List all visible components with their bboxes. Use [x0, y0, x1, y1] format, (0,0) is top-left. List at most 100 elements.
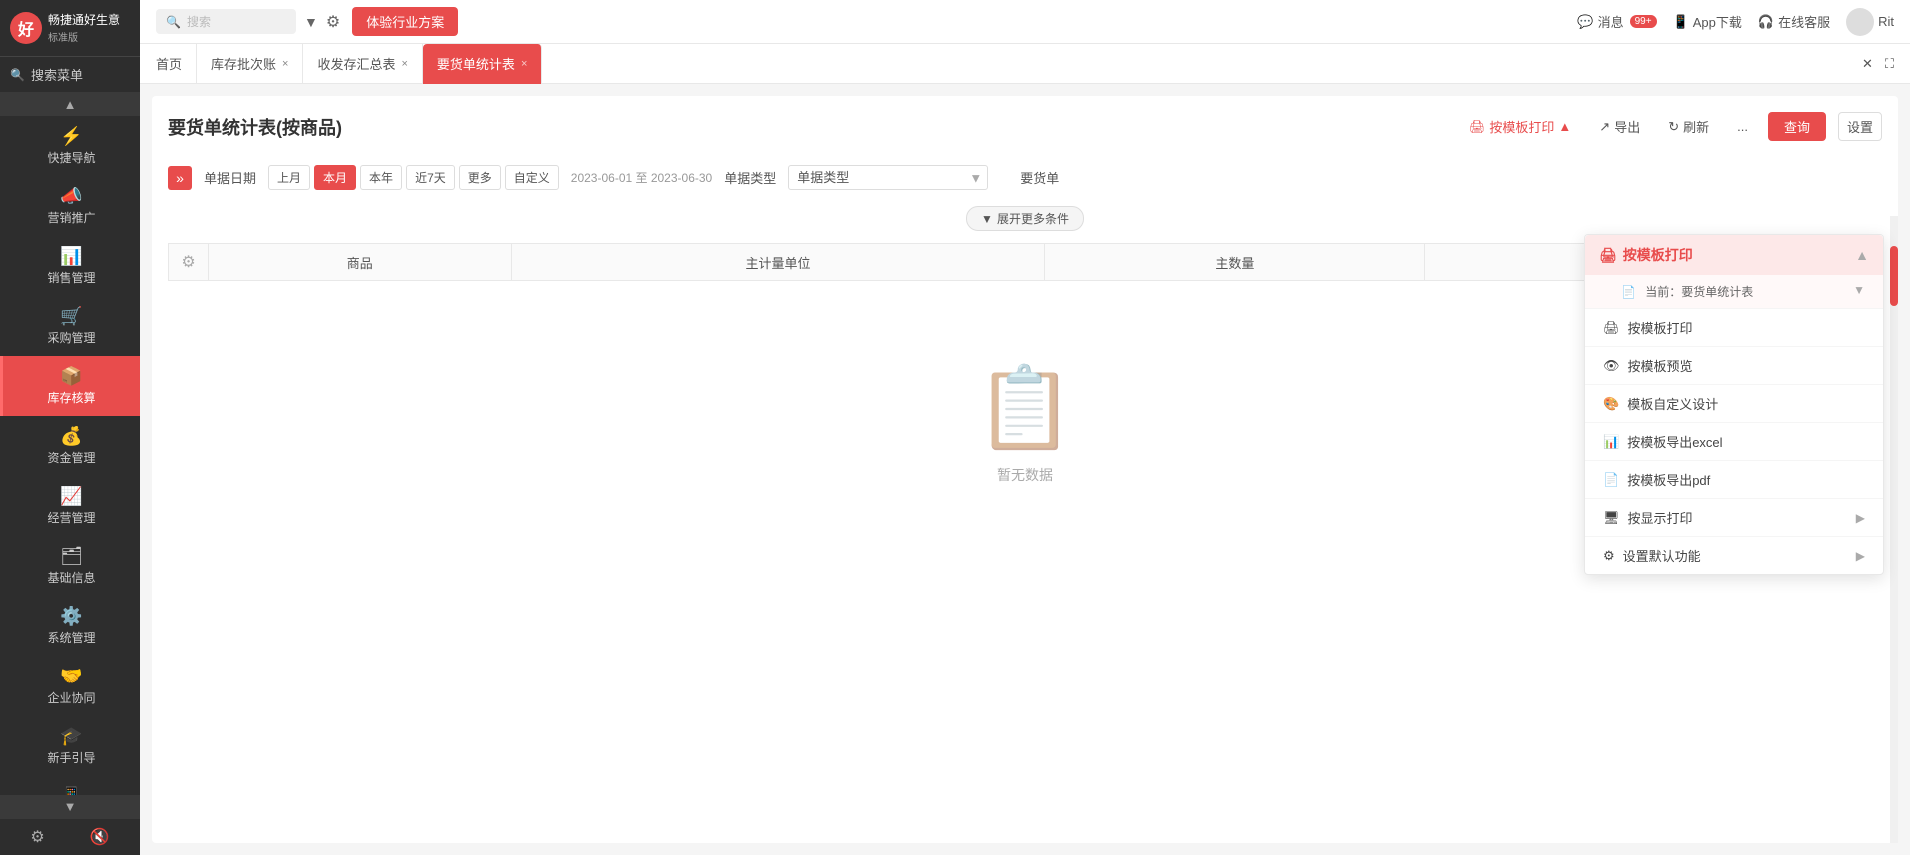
tab-collect-close[interactable]: × — [401, 58, 407, 70]
print-btn[interactable]: 🖨 按模板打印 ▲ — [1461, 113, 1579, 140]
app-center-icon: 📱 — [60, 786, 82, 795]
export-excel-left: 📊 按模板导出excel — [1603, 432, 1723, 451]
tab-home-label: 首页 — [156, 54, 182, 73]
date-custom-btn[interactable]: 自定义 — [505, 165, 559, 190]
print-header-icon: 🖨 — [1599, 247, 1617, 264]
sidebar-item-system[interactable]: ⚙️ 系统管理 — [0, 596, 140, 656]
tab-order-stat-close[interactable]: × — [521, 58, 527, 70]
sidebar-item-purchase[interactable]: 🛒 采购管理 — [0, 296, 140, 356]
app-version: 标准版 — [48, 29, 120, 44]
topbar-gear-icon[interactable]: ⚙ — [326, 12, 340, 32]
pdf-icon: 📄 — [1603, 472, 1619, 488]
experience-industry-btn[interactable]: 体验行业方案 — [352, 7, 458, 36]
sidebar-item-inventory[interactable]: 📦 库存核算 — [0, 356, 140, 416]
tab-maximize-btn[interactable]: ⛶ — [1885, 56, 1894, 72]
sidebar-item-operation[interactable]: 📈 经营管理 — [0, 476, 140, 536]
right-scrollbar[interactable] — [1890, 216, 1898, 843]
template-preview-label: 按模板预览 — [1628, 356, 1693, 375]
preview-icon: 👁 — [1603, 358, 1620, 374]
dropdown-item-template-preview[interactable]: 👁 按模板预览 — [1585, 347, 1883, 385]
dropdown-item-display-print[interactable]: 🖥 按显示打印 ▶ — [1585, 499, 1883, 537]
page-inner: 要货单统计表(按商品) 🖨 按模板打印 ▲ ↗ 导出 ↻ 刷新 — [152, 96, 1898, 843]
type-select[interactable]: 单据类型 — [788, 165, 988, 190]
topbar-search[interactable]: 🔍 搜索 — [156, 9, 296, 34]
default-func-label: 设置默认功能 — [1623, 546, 1701, 565]
guide-icon: 🎓 — [60, 726, 82, 747]
dropdown-item-template-print[interactable]: 🖨 按模板打印 — [1585, 309, 1883, 347]
display-print-label: 按显示打印 — [1628, 508, 1693, 527]
dropdown-item-default-func[interactable]: ⚙ 设置默认功能 ▶ — [1585, 537, 1883, 574]
default-func-left: ⚙ 设置默认功能 — [1603, 546, 1701, 565]
dropdown-item-export-pdf[interactable]: 📄 按模板导出pdf — [1585, 461, 1883, 499]
sidebar-item-search[interactable]: 🔍 搜索菜单 — [0, 57, 140, 93]
topbar-dropdown-btn[interactable]: ▼ — [304, 14, 318, 30]
sidebar-scroll-up[interactable]: ▲ — [0, 93, 140, 116]
date-last-7days-btn[interactable]: 近7天 — [406, 165, 455, 190]
date-filter-label: 单据日期 — [204, 168, 256, 187]
message-badge: 99+ — [1630, 15, 1657, 28]
current-icon: 📄 — [1621, 285, 1636, 299]
table-settings-col: ⚙ — [169, 244, 209, 281]
refresh-btn[interactable]: ↻ 刷新 — [1660, 113, 1717, 140]
tab-home[interactable]: 首页 — [156, 44, 197, 84]
sidebar-item-basic[interactable]: 🗂 基础信息 — [0, 536, 140, 596]
print-dropdown-arrow[interactable]: ▲ — [1558, 119, 1571, 134]
tab-order-stat[interactable]: 要货单统计表 × — [423, 44, 542, 84]
print-dropdown-close-btn[interactable]: ▲ — [1855, 247, 1869, 263]
sidebar-item-label: 采购管理 — [47, 329, 95, 346]
date-this-month-btn[interactable]: 本月 — [314, 165, 356, 190]
export-btn-label: 导出 — [1614, 117, 1640, 136]
sidebar-settings-btn[interactable]: ⚙ — [30, 827, 44, 847]
date-this-year-btn[interactable]: 本年 — [360, 165, 402, 190]
sidebar: 好 畅捷通好生意 标准版 🔍 搜索菜单 ▲ ⚡ 快捷导航 📣 营销推广 📊 销售… — [0, 0, 140, 855]
query-btn[interactable]: 查询 — [1768, 112, 1826, 141]
sidebar-item-collab[interactable]: 🤝 企业协同 — [0, 656, 140, 716]
sidebar-item-label: 新手引导 — [47, 749, 95, 766]
collab-icon: 🤝 — [60, 666, 82, 687]
display-print-arrow: ▶ — [1856, 511, 1865, 525]
sidebar-item-label: 企业协同 — [47, 689, 95, 706]
settings-btn[interactable]: 设置 — [1838, 112, 1882, 141]
finance-icon: 💰 — [60, 426, 82, 447]
sidebar-item-app-center[interactable]: 📱 应用中心 — [0, 776, 140, 795]
tab-batch-label: 库存批次账 — [211, 54, 276, 73]
export-btn[interactable]: ↗ 导出 — [1591, 113, 1648, 140]
scrollbar-thumb — [1890, 246, 1898, 306]
sidebar-item-finance[interactable]: 💰 资金管理 — [0, 416, 140, 476]
user-avatar[interactable]: Rit — [1846, 8, 1894, 36]
dropdown-item-export-excel[interactable]: 📊 按模板导出excel — [1585, 423, 1883, 461]
tab-close-all-btn[interactable]: ✕ — [1862, 56, 1873, 72]
table-settings-icon[interactable]: ⚙ — [181, 254, 195, 271]
page-title: 要货单统计表(按商品) — [168, 114, 342, 140]
tab-batch-close[interactable]: × — [282, 58, 288, 70]
filter-row: » 单据日期 上月 本月 本年 近7天 更多 自定义 2023-06-01 至 … — [168, 157, 1882, 198]
sidebar-item-guide[interactable]: 🎓 新手引导 — [0, 716, 140, 776]
date-more-btn[interactable]: 更多 — [459, 165, 501, 190]
tab-order-stat-label: 要货单统计表 — [437, 54, 515, 73]
sales-icon: 📊 — [60, 246, 82, 267]
tab-batch[interactable]: 库存批次账 × — [197, 44, 303, 84]
print-dropdown-header[interactable]: 🖨 按模板打印 ▲ — [1585, 235, 1883, 275]
app-logo: 好 畅捷通好生意 标准版 — [0, 0, 140, 57]
main-content: 🔍 搜索 ▼ ⚙ 体验行业方案 💬 消息 99+ 📱 App下载 🎧 在线客服 … — [140, 0, 1910, 855]
date-last-month-btn[interactable]: 上月 — [268, 165, 310, 190]
sidebar-scroll-down[interactable]: ▼ — [0, 795, 140, 818]
date-range: 2023-06-01 至 2023-06-30 — [571, 169, 712, 186]
sidebar-item-quick-nav[interactable]: ⚡ 快捷导航 — [0, 116, 140, 176]
filter-expand-btn[interactable]: » — [168, 166, 192, 190]
inventory-icon: 📦 — [60, 366, 82, 387]
page-title-row: 要货单统计表(按商品) 🖨 按模板打印 ▲ ↗ 导出 ↻ 刷新 — [168, 112, 1882, 141]
topbar-search-placeholder: 搜索 — [187, 13, 211, 30]
sidebar-audio-btn[interactable]: 🔇 — [90, 827, 110, 847]
message-btn[interactable]: 💬 消息 99+ — [1577, 12, 1656, 31]
online-service-btn[interactable]: 🎧 在线客服 — [1758, 12, 1830, 31]
tab-collect[interactable]: 收发存汇总表 × — [303, 44, 422, 84]
sidebar-item-marketing[interactable]: 📣 营销推广 — [0, 176, 140, 236]
export-excel-label: 按模板导出excel — [1627, 432, 1722, 451]
sidebar-item-sales[interactable]: 📊 销售管理 — [0, 236, 140, 296]
expand-more-btn[interactable]: ▼ 展开更多条件 — [966, 206, 1084, 231]
dropdown-item-template-design[interactable]: 🎨 模板自定义设计 — [1585, 385, 1883, 423]
more-btn[interactable]: ... — [1729, 115, 1756, 138]
app-download-btn[interactable]: 📱 App下载 — [1673, 12, 1742, 31]
current-arrow: ▼ — [1853, 283, 1865, 297]
